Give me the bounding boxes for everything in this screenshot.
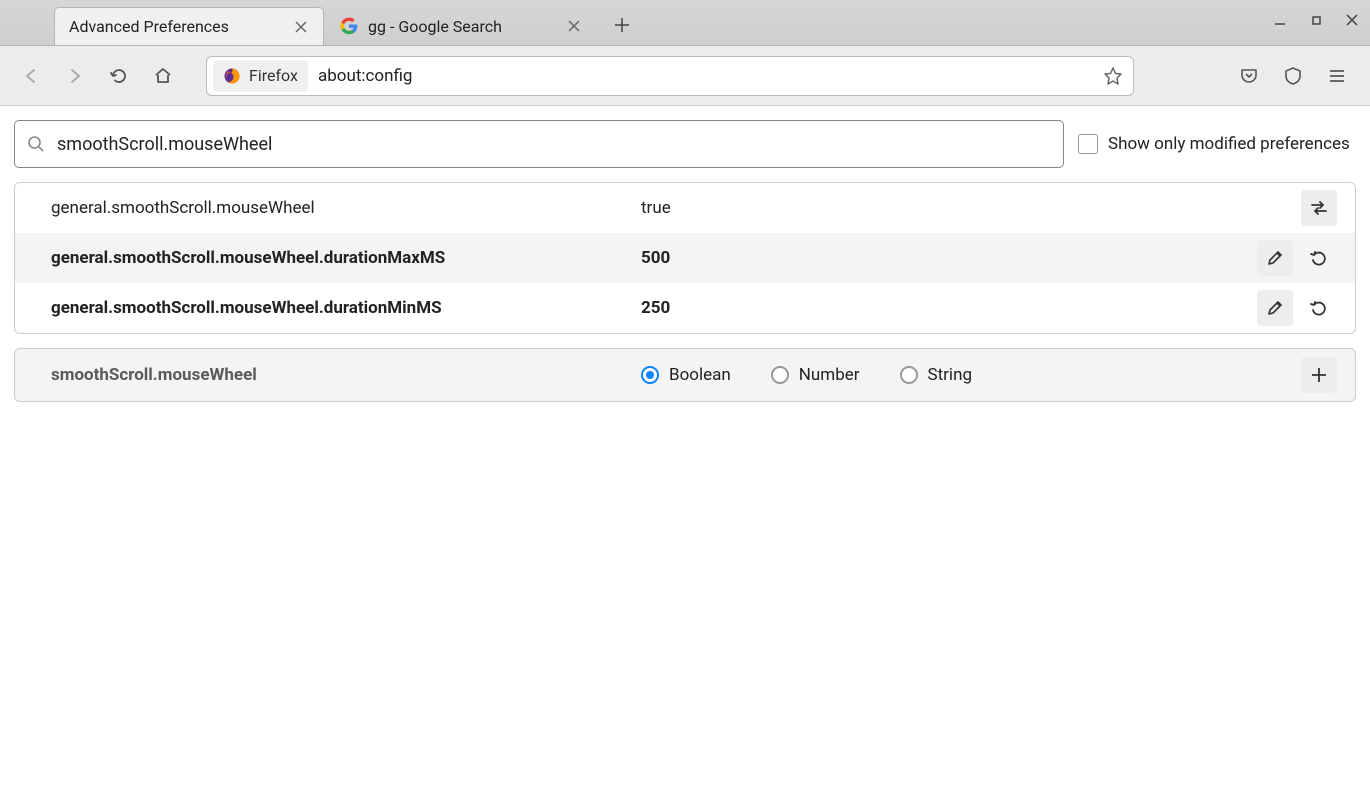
identity-box[interactable]: Firefox: [213, 60, 308, 92]
maximize-icon[interactable]: [1308, 12, 1324, 28]
url-bar[interactable]: Firefox about:config: [206, 56, 1134, 96]
pref-value: true: [641, 198, 1301, 218]
pref-value: 250: [641, 298, 1257, 318]
pref-name: general.smoothScroll.mouseWheel.duration…: [51, 298, 641, 318]
pref-row: general.smoothScroll.mouseWheel.duration…: [15, 233, 1355, 283]
search-row: Show only modified preferences: [14, 120, 1356, 168]
pref-name: general.smoothScroll.mouseWheel: [51, 198, 641, 218]
pref-row: general.smoothScroll.mouseWheel.duration…: [15, 283, 1355, 333]
window-controls: [1272, 12, 1360, 28]
tab-title: Advanced Preferences: [69, 17, 283, 36]
close-tab-icon[interactable]: [293, 19, 309, 35]
type-radio-group: Boolean Number String: [641, 365, 1301, 385]
tab-title: gg - Google Search: [368, 17, 556, 36]
radio-label: String: [928, 365, 972, 385]
home-button[interactable]: [146, 59, 180, 93]
radio-icon: [641, 366, 659, 384]
search-box[interactable]: [14, 120, 1064, 168]
new-tab-button[interactable]: [606, 9, 638, 41]
pref-actions: [1301, 190, 1337, 226]
pref-row: general.smoothScroll.mouseWheel true: [15, 183, 1355, 233]
pref-actions: [1257, 290, 1337, 326]
tab-bar: Advanced Preferences gg - Google Search: [0, 0, 1370, 46]
shield-icon[interactable]: [1278, 61, 1308, 91]
google-favicon: [340, 17, 358, 35]
reload-button[interactable]: [102, 59, 136, 93]
reset-button[interactable]: [1301, 290, 1337, 326]
radio-label: Boolean: [669, 365, 731, 385]
toolbar: Firefox about:config: [0, 46, 1370, 106]
search-input[interactable]: [57, 134, 1051, 155]
pocket-icon[interactable]: [1234, 61, 1264, 91]
edit-button[interactable]: [1257, 290, 1293, 326]
menu-icon[interactable]: [1322, 61, 1352, 91]
radio-icon: [771, 366, 789, 384]
page-content: Show only modified preferences general.s…: [0, 106, 1370, 416]
bookmark-star-icon[interactable]: [1099, 62, 1127, 90]
back-button[interactable]: [14, 59, 48, 93]
radio-label: Number: [799, 365, 860, 385]
search-icon: [27, 135, 45, 153]
toolbar-right: [1234, 61, 1352, 91]
forward-button[interactable]: [58, 59, 92, 93]
add-button[interactable]: [1301, 357, 1337, 393]
tab-advanced-preferences[interactable]: Advanced Preferences: [54, 7, 324, 45]
radio-boolean[interactable]: Boolean: [641, 365, 731, 385]
minimize-icon[interactable]: [1272, 12, 1288, 28]
edit-button[interactable]: [1257, 240, 1293, 276]
toggle-button[interactable]: [1301, 190, 1337, 226]
url-text: about:config: [308, 66, 1099, 86]
close-icon[interactable]: [1344, 12, 1360, 28]
radio-number[interactable]: Number: [771, 365, 860, 385]
checkbox-label-text: Show only modified preferences: [1108, 134, 1350, 154]
firefox-icon: [223, 67, 241, 85]
reset-button[interactable]: [1301, 240, 1337, 276]
new-pref-row: smoothScroll.mouseWheel Boolean Number S…: [14, 348, 1356, 402]
radio-icon: [900, 366, 918, 384]
pref-actions: [1257, 240, 1337, 276]
radio-string[interactable]: String: [900, 365, 972, 385]
close-tab-icon[interactable]: [566, 18, 582, 34]
checkbox-icon: [1078, 134, 1098, 154]
new-pref-name: smoothScroll.mouseWheel: [51, 365, 641, 385]
prefs-table: general.smoothScroll.mouseWheel true gen…: [14, 182, 1356, 334]
pref-value: 500: [641, 248, 1257, 268]
pref-name: general.smoothScroll.mouseWheel.duration…: [51, 248, 641, 268]
tab-google-search[interactable]: gg - Google Search: [326, 7, 596, 45]
show-modified-checkbox[interactable]: Show only modified preferences: [1078, 134, 1350, 154]
identity-label: Firefox: [249, 66, 298, 85]
